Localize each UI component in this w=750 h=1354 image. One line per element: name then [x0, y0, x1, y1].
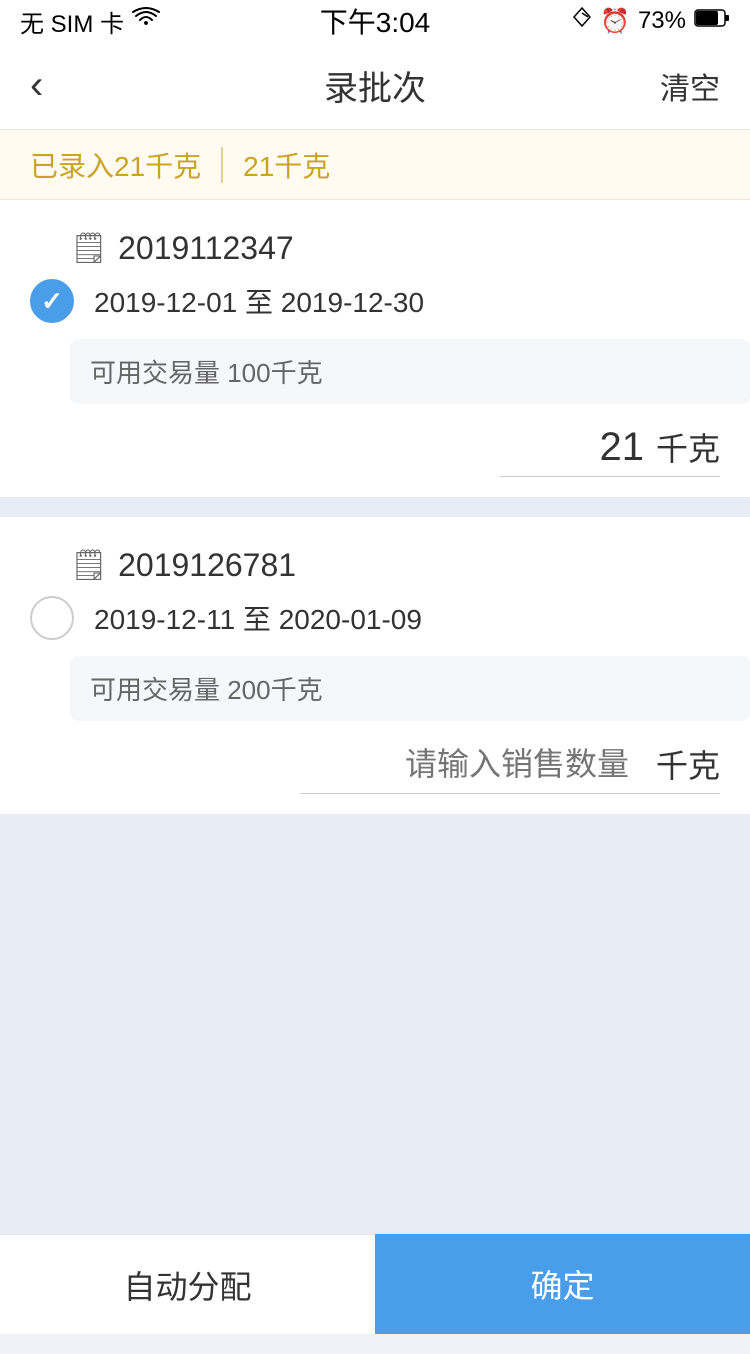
clear-button[interactable]: 清空: [660, 64, 720, 108]
status-bar: 无 SIM 卡 下午3:04 ⏰ 73%: [0, 0, 750, 42]
page-title: 录批次: [324, 61, 426, 110]
batch-2-radio[interactable]: [30, 596, 74, 640]
alarm-icon: ⏰: [600, 7, 630, 36]
status-bar-time: 下午3:04: [320, 1, 431, 41]
batch-1-header: 🗒 2019112347: [0, 230, 750, 267]
batch-2-underline: [300, 793, 720, 794]
batch-2-input-wrapper: 千克: [0, 721, 750, 814]
batch-1-radio[interactable]: [30, 279, 74, 323]
gray-area: [0, 814, 750, 1254]
batch-1-date: 2019-12-01 至 2019-12-30: [94, 281, 424, 321]
batch-2-input-row: 千克: [304, 741, 720, 787]
summary-bar: 已录入21千克 21千克: [0, 130, 750, 200]
batch-1-item[interactable]: 🗒 2019112347 2019-12-01 至 2019-12-30 可用交…: [0, 200, 750, 404]
batch-1-icon: 🗒: [70, 231, 108, 266]
batch-2-id: 2019126781: [118, 547, 296, 584]
nav-bar: ‹ 录批次 清空: [0, 42, 750, 130]
summary-value: 21千克: [243, 145, 330, 185]
back-button[interactable]: ‹: [30, 63, 90, 108]
status-bar-right: ⏰ 73%: [572, 7, 730, 36]
batch-1-amount-row: 21 千克: [599, 424, 720, 470]
sales-quantity-input[interactable]: [304, 746, 644, 783]
section-separator-1: [0, 497, 750, 517]
sim-label: 无 SIM 卡: [20, 4, 124, 39]
battery-icon: [694, 7, 730, 35]
batch-1-section: 🗒 2019112347 2019-12-01 至 2019-12-30 可用交…: [0, 200, 750, 497]
batch-2-header: 🗒 2019126781: [0, 547, 750, 584]
batch-2-available: 可用交易量 200千克: [70, 656, 750, 721]
batch-1-date-row: 2019-12-01 至 2019-12-30: [0, 279, 750, 323]
bottom-bar: 自动分配 确定: [0, 1234, 750, 1334]
battery-percent: 73%: [638, 7, 686, 35]
confirm-button[interactable]: 确定: [375, 1234, 750, 1334]
recorded-label: 已录入21千克: [30, 145, 201, 185]
batch-1-amount-wrapper: 21 千克: [0, 404, 750, 497]
batch-2-item[interactable]: 🗒 2019126781 2019-12-11 至 2020-01-09 可用交…: [0, 517, 750, 721]
wifi-icon: [132, 7, 160, 36]
batch-2-unit: 千克: [656, 741, 720, 787]
batch-2-date: 2019-12-11 至 2020-01-09: [94, 598, 422, 638]
status-bar-left: 无 SIM 卡: [20, 4, 160, 39]
batch-1-unit: 千克: [656, 424, 720, 470]
batch-1-available: 可用交易量 100千克: [70, 339, 750, 404]
batch-2-section: 🗒 2019126781 2019-12-11 至 2020-01-09 可用交…: [0, 517, 750, 814]
batch-1-amount: 21: [599, 425, 644, 470]
auto-distribute-button[interactable]: 自动分配: [0, 1234, 375, 1334]
summary-divider: [221, 147, 223, 183]
location-icon: [572, 7, 592, 36]
batch-2-date-row: 2019-12-11 至 2020-01-09: [0, 596, 750, 640]
batch-2-icon: 🗒: [70, 548, 108, 583]
batch-1-underline: [500, 476, 720, 477]
batch-1-id: 2019112347: [118, 230, 294, 267]
